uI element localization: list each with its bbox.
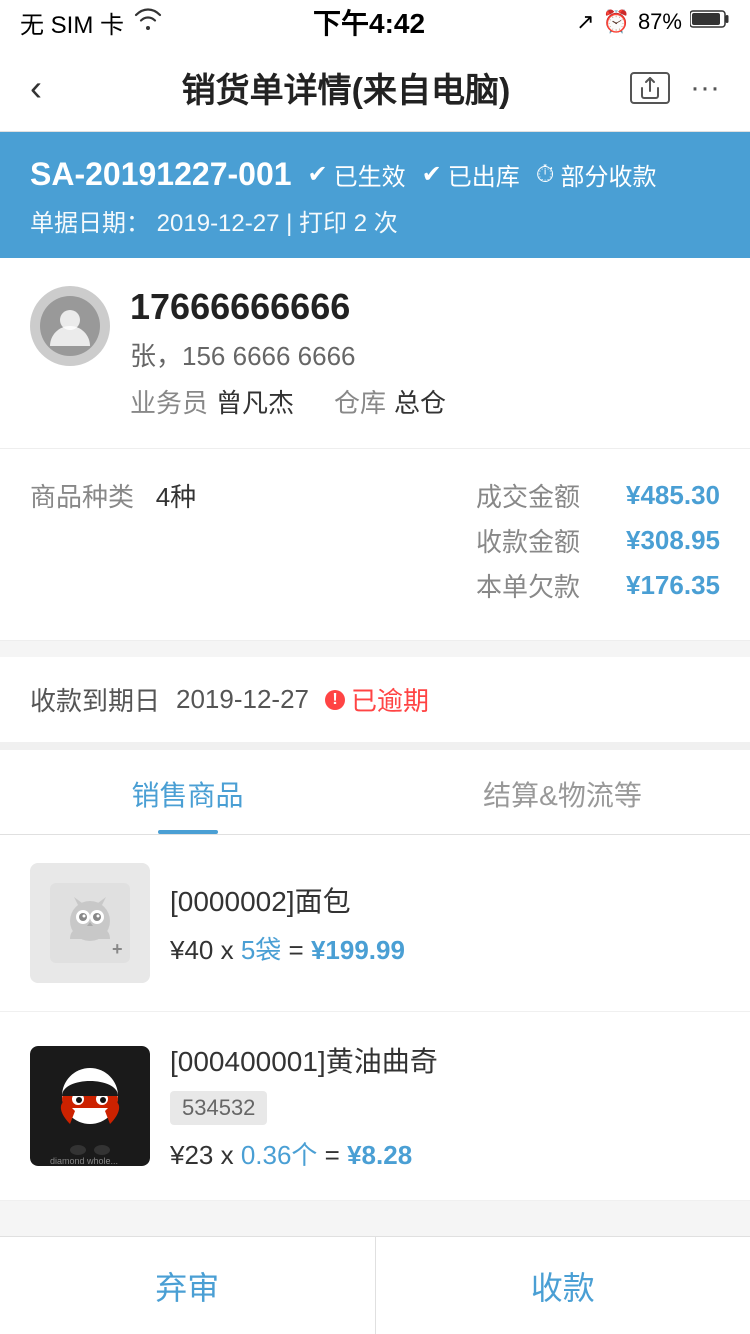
back-button[interactable]: ‹ — [30, 67, 62, 109]
alarm-icon: ⏰ — [603, 9, 630, 35]
product-info-bread: [0000002]面包 ¥40 x 5袋 = ¥199.99 — [170, 880, 720, 967]
header-meta: 单据日期： 2019-12-27 | 打印 2 次 — [30, 203, 720, 238]
product-name-cookie: [000400001]黄油曲奇 — [170, 1040, 720, 1080]
customer-section: 17666666666 张，156 6666 6666 业务员 曾凡杰 仓库 总… — [0, 258, 750, 449]
customer-name-phone: 张，156 6666 6666 — [130, 336, 720, 373]
product-type-label: 商品种类 — [30, 482, 134, 512]
meta-print-unit: 次 — [374, 210, 398, 237]
product-type-value: 4种 — [156, 482, 196, 512]
status-bar: 无 SIM 卡 下午4:42 ↗ ⏰ 87% — [0, 0, 750, 44]
status-shipped: ✔ 已出库 — [422, 157, 520, 192]
product-image-bread: + — [30, 863, 150, 983]
header-banner: SA-20191227-001 ✔ 已生效 ✔ 已出库 ⏱ 部分收款 单据日期：… — [0, 132, 750, 258]
bread-total: ¥199.99 — [311, 935, 405, 965]
svg-text:+: + — [112, 939, 123, 959]
sales-value: 曾凡杰 — [216, 383, 294, 420]
status-right: ↗ ⏰ 87% — [576, 8, 730, 36]
meta-print-count: 2 — [354, 210, 367, 237]
summary-section: 商品种类 4种 成交金额 ¥485.30 收款金额 ¥308.95 本单欠款 ¥… — [0, 449, 750, 641]
collect-payment-button[interactable]: 收款 — [376, 1237, 750, 1334]
svg-text:diamond whole...: diamond whole... — [50, 1156, 118, 1166]
owed-label: 本单欠款 — [476, 567, 580, 604]
owed-row: 本单欠款 ¥176.35 — [476, 567, 720, 604]
product-info-cookie: [000400001]黄油曲奇 534532 ¥23 x 0.36个 = ¥8.… — [170, 1040, 720, 1172]
warehouse-value: 总仓 — [394, 383, 446, 420]
product-price-bread: ¥40 x 5袋 = ¥199.99 — [170, 930, 720, 967]
owed-value: ¥176.35 — [600, 570, 720, 601]
cookie-equals: = — [325, 1140, 347, 1170]
cookie-total: ¥8.28 — [347, 1140, 412, 1170]
due-date-value: 2019-12-27 — [176, 684, 309, 715]
cancel-review-button[interactable]: 弃审 — [0, 1237, 376, 1334]
received-row: 收款金额 ¥308.95 — [476, 522, 720, 559]
check-icon-1: ✔ — [308, 160, 328, 189]
customer-info: 17666666666 张，156 6666 6666 业务员 曾凡杰 仓库 总… — [130, 286, 720, 420]
overdue-text: 已逾期 — [351, 681, 429, 718]
nav-actions: ··· — [630, 71, 720, 105]
status-time: 下午4:42 — [313, 2, 425, 42]
tab1-label: 销售商品 — [131, 780, 243, 811]
overdue-icon: ! — [325, 690, 345, 710]
products-section: + [0000002]面包 ¥40 x 5袋 = ¥199.99 — [0, 835, 750, 1201]
overdue-badge: ! 已逾期 — [325, 681, 429, 718]
customer-meta: 业务员 曾凡杰 仓库 总仓 — [130, 383, 720, 420]
status-partial-label: 部分收款 — [560, 157, 656, 192]
bottom-bar: 弃审 收款 — [0, 1236, 750, 1334]
location-icon: ↗ — [576, 9, 594, 35]
nav-bar: ‹ 销货单详情(来自电脑) ··· — [0, 44, 750, 132]
page-title: 销货单详情(来自电脑) — [62, 63, 630, 112]
tab2-label: 结算&物流等 — [483, 780, 642, 811]
carrier-text: 无 SIM 卡 — [20, 5, 124, 40]
meta-separator: | — [286, 210, 299, 237]
meta-date-label: 单据日期： — [30, 210, 150, 237]
order-number: SA-20191227-001 — [30, 156, 292, 193]
bread-base-price: ¥40 x — [170, 935, 241, 965]
deal-amount-row: 成交金额 ¥485.30 — [476, 477, 720, 514]
bread-qty: 5袋 — [241, 935, 281, 965]
share-button[interactable] — [630, 72, 670, 104]
received-label: 收款金额 — [476, 522, 580, 559]
bread-placeholder: + — [30, 863, 150, 983]
tabs-section: 销售商品 结算&物流等 — [0, 750, 750, 835]
bread-equals: = — [289, 935, 311, 965]
product-name-bread: [0000002]面包 — [170, 880, 720, 920]
meta-print-label: 打印 — [299, 210, 347, 237]
deal-amount-label: 成交金额 — [476, 477, 580, 514]
meta-date-value: 2019-12-27 — [157, 210, 280, 237]
status-shipped-label: 已出库 — [448, 157, 520, 192]
clock-icon: ⏱ — [536, 161, 555, 189]
tab-settlement[interactable]: 结算&物流等 — [375, 750, 750, 834]
sales-info: 业务员 曾凡杰 — [130, 383, 294, 420]
product-item: + [0000002]面包 ¥40 x 5袋 = ¥199.99 — [0, 835, 750, 1012]
status-left: 无 SIM 卡 — [20, 5, 162, 40]
status-effected: ✔ 已生效 — [308, 157, 406, 192]
due-date-label: 收款到期日 — [30, 681, 160, 718]
product-price-cookie: ¥23 x 0.36个 = ¥8.28 — [170, 1135, 720, 1172]
check-icon-2: ✔ — [422, 160, 442, 189]
warehouse-label: 仓库 — [334, 383, 386, 420]
avatar-inner — [40, 296, 100, 356]
sales-label: 业务员 — [130, 383, 208, 420]
product-sku-badge: 534532 — [170, 1091, 267, 1125]
wifi-icon — [134, 8, 162, 37]
summary-right: 成交金额 ¥485.30 收款金额 ¥308.95 本单欠款 ¥176.35 — [476, 477, 720, 612]
warehouse-info: 仓库 总仓 — [334, 383, 446, 420]
cookie-base-price: ¥23 x — [170, 1140, 241, 1170]
summary-left: 商品种类 4种 — [30, 477, 196, 522]
order-row: SA-20191227-001 ✔ 已生效 ✔ 已出库 ⏱ 部分收款 — [30, 156, 720, 193]
tab-sales-products[interactable]: 销售商品 — [0, 750, 375, 834]
cookie-qty: 0.36个 — [241, 1140, 318, 1170]
avatar — [30, 286, 110, 366]
product-item-cookie: diamond whole... [000400001]黄油曲奇 534532 … — [0, 1012, 750, 1201]
received-value: ¥308.95 — [600, 525, 720, 556]
deal-amount-value: ¥485.30 — [600, 480, 720, 511]
due-date-section: 收款到期日 2019-12-27 ! 已逾期 — [0, 657, 750, 750]
more-button[interactable]: ··· — [690, 71, 720, 105]
status-partial: ⏱ 部分收款 — [536, 157, 657, 192]
product-image-cookie: diamond whole... — [30, 1046, 150, 1166]
battery-text: 87% — [638, 9, 682, 35]
battery-icon — [690, 8, 730, 36]
status-effected-label: 已生效 — [334, 157, 406, 192]
customer-phone-display: 17666666666 — [130, 286, 720, 328]
